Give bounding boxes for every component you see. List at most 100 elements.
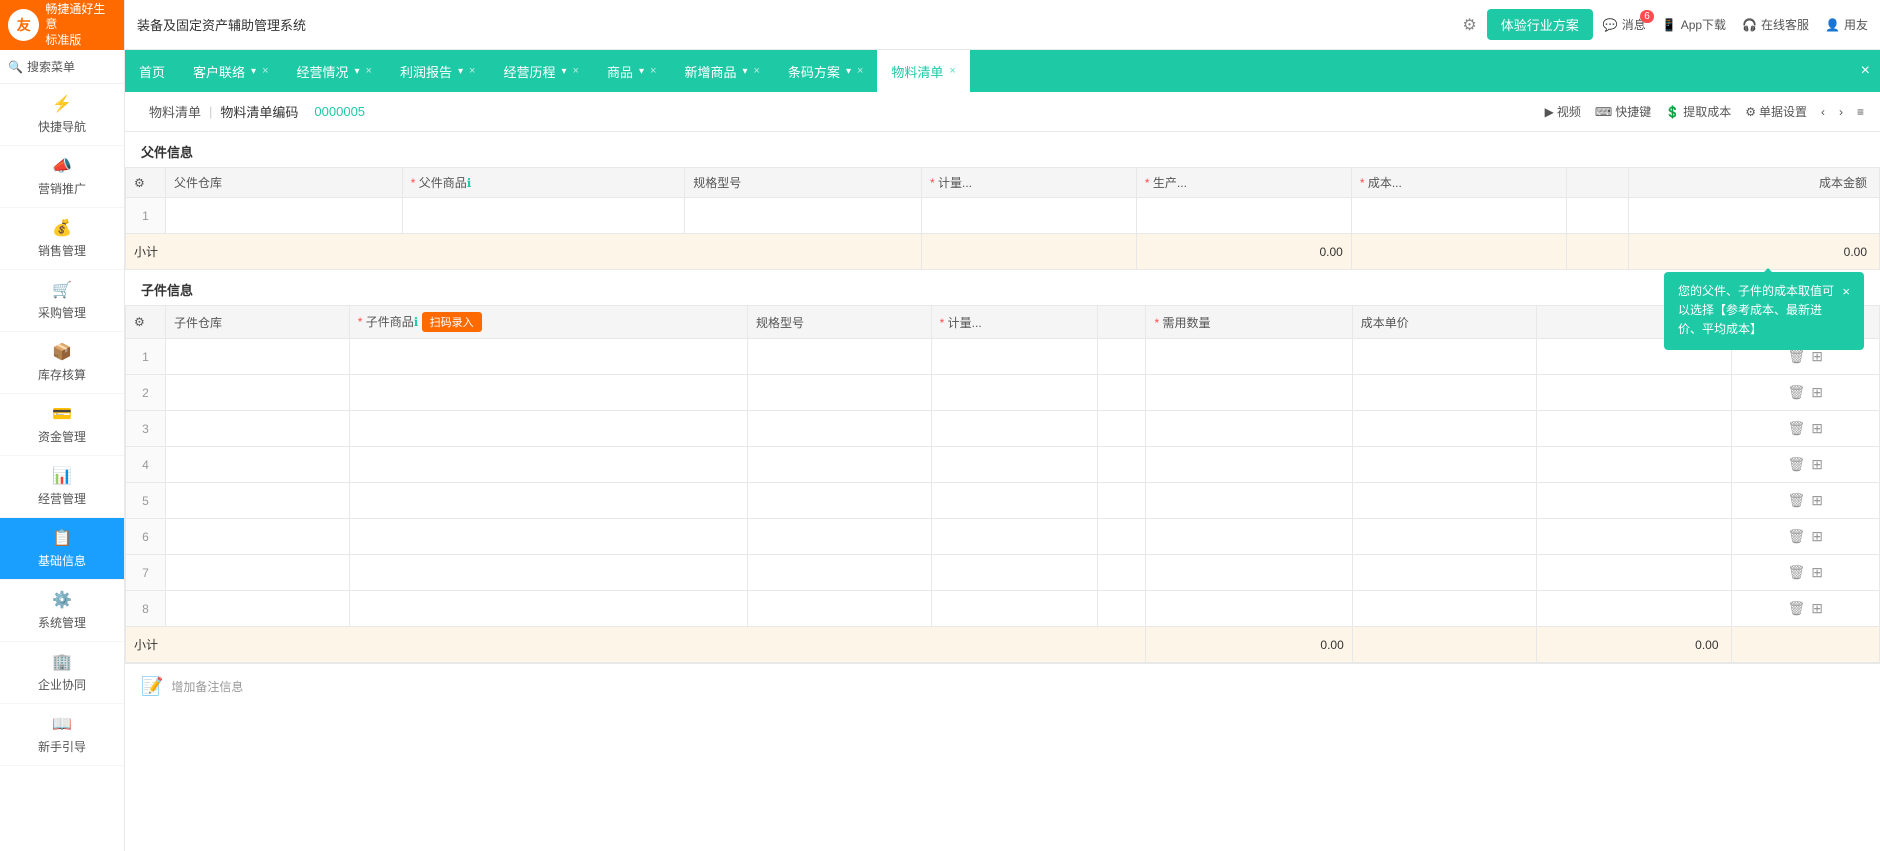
table-row: 1 xyxy=(126,198,1880,234)
nav-close-all-button[interactable]: × xyxy=(1851,62,1880,80)
child-r1-warehouse[interactable] xyxy=(166,339,350,375)
message-button[interactable]: 💬 消息 6 xyxy=(1603,16,1646,33)
grid-view-button[interactable]: ≡ xyxy=(1857,105,1864,119)
quick-nav-icon: ⚡ xyxy=(52,94,72,114)
child-r2-qty[interactable] xyxy=(1146,375,1352,411)
trial-button[interactable]: 体验行业方案 xyxy=(1487,9,1593,40)
tab-bom[interactable]: 物料清单 × xyxy=(877,50,969,92)
child-r2-extra[interactable] xyxy=(1098,375,1146,411)
nav-next-button[interactable]: › xyxy=(1839,105,1843,119)
nav-prev-button[interactable]: ‹ xyxy=(1821,105,1825,119)
child-r1-extra[interactable] xyxy=(1098,339,1146,375)
delete-icon[interactable]: 🗑 xyxy=(1788,528,1806,545)
sidebar-item-inventory[interactable]: 📦 库存核算 xyxy=(0,332,124,394)
parent-table: ⚙ 父件仓库 * 父件商品ℹ 规格型号 * 计量... * 生产... * 成本… xyxy=(125,167,1880,270)
child-r1-qty[interactable] xyxy=(1146,339,1352,375)
child-r1-spec[interactable] xyxy=(747,339,931,375)
online-service-button[interactable]: 🎧 在线客服 xyxy=(1742,16,1809,33)
delete-icon[interactable]: 🗑 xyxy=(1788,564,1806,581)
close-icon[interactable]: × xyxy=(366,65,372,77)
sidebar-item-finance[interactable]: 💳 资金管理 xyxy=(0,394,124,456)
parent-row-spec[interactable] xyxy=(685,198,922,234)
parent-row-warehouse[interactable] xyxy=(166,198,403,234)
parent-row-product[interactable] xyxy=(402,198,685,234)
sidebar-item-guide[interactable]: 📖 新手引导 xyxy=(0,704,124,766)
copy-icon[interactable]: ⊞ xyxy=(1811,564,1823,581)
tab-operations[interactable]: 经营情况 ▾ × xyxy=(283,50,386,92)
close-icon[interactable]: × xyxy=(469,65,475,77)
close-icon[interactable]: × xyxy=(650,65,656,77)
child-r2-warehouse[interactable] xyxy=(166,375,350,411)
tab-customers[interactable]: 客户联络 ▾ × xyxy=(179,50,282,92)
breadcrumb-bom[interactable]: 物料清单 xyxy=(141,102,209,121)
child-subtotal-qty: 0.00 xyxy=(1146,627,1352,663)
delete-icon[interactable]: 🗑 xyxy=(1788,420,1806,437)
copy-icon[interactable]: ⊞ xyxy=(1811,600,1823,617)
child-r2-unit[interactable] xyxy=(931,375,1098,411)
tab-barcode[interactable]: 条码方案 ▾ × xyxy=(774,50,877,92)
app-download-button[interactable]: 📱 App下载 xyxy=(1662,16,1726,33)
extract-cost-action[interactable]: 💲 提取成本 xyxy=(1665,103,1731,120)
close-icon[interactable]: × xyxy=(857,65,863,77)
sidebar-search[interactable]: 🔍 搜索菜单 xyxy=(0,50,124,84)
delete-icon[interactable]: 🗑 xyxy=(1788,492,1806,509)
tooltip-close-button[interactable]: × xyxy=(1842,282,1850,303)
copy-icon[interactable]: ⊞ xyxy=(1811,420,1823,437)
child-r2-product[interactable] xyxy=(349,375,747,411)
child-subtotal-label: 小计 xyxy=(126,627,1146,663)
parent-row-extra[interactable] xyxy=(1566,198,1628,234)
user-menu[interactable]: 👤 用友 xyxy=(1825,16,1868,33)
delete-icon[interactable]: 🗑 xyxy=(1788,456,1806,473)
child-subtotal-amount: 0.00 xyxy=(1536,627,1731,663)
copy-icon[interactable]: ⊞ xyxy=(1811,384,1823,401)
close-icon[interactable]: × xyxy=(753,65,759,77)
headset-icon: 🎧 xyxy=(1742,18,1757,32)
close-icon[interactable]: × xyxy=(949,65,955,77)
copy-icon[interactable]: ⊞ xyxy=(1811,348,1823,365)
copy-icon[interactable]: ⊞ xyxy=(1811,528,1823,545)
sidebar-item-enterprise[interactable]: 🏢 企业协同 xyxy=(0,642,124,704)
config-icon[interactable]: ⚙ xyxy=(1462,15,1476,35)
video-action[interactable]: ▶ 视频 xyxy=(1545,103,1581,120)
tab-profit[interactable]: 利润报告 ▾ × xyxy=(386,50,489,92)
child-th-unit: * 计量... xyxy=(931,306,1098,339)
sidebar-item-sales[interactable]: 💰 销售管理 xyxy=(0,208,124,270)
sidebar-item-purchase[interactable]: 🛒 采购管理 xyxy=(0,270,124,332)
child-r2-unit-price[interactable] xyxy=(1352,375,1536,411)
delete-icon[interactable]: 🗑 xyxy=(1788,384,1806,401)
parent-row-cost[interactable] xyxy=(1351,198,1566,234)
child-r1-product[interactable] xyxy=(349,339,747,375)
sidebar-logo: 友 畅捷通好生意 标准版 xyxy=(0,0,124,50)
tab-products[interactable]: 商品 ▾ × xyxy=(593,50,670,92)
tab-new-products[interactable]: 新增商品 ▾ × xyxy=(670,50,773,92)
scan-button[interactable]: 扫码录入 xyxy=(422,312,482,332)
sidebar-item-system[interactable]: ⚙️ 系统管理 xyxy=(0,580,124,642)
search-icon: 🔍 xyxy=(8,60,23,74)
shortcut-action[interactable]: ⌨ 快捷键 xyxy=(1595,103,1651,120)
breadcrumb-bom-code-label: 物料清单编码 xyxy=(212,102,306,121)
child-r1-unit-price[interactable] xyxy=(1352,339,1536,375)
parent-row-produce[interactable] xyxy=(1136,198,1351,234)
copy-icon[interactable]: ⊞ xyxy=(1811,456,1823,473)
single-settings-action[interactable]: ⚙ 单据设置 xyxy=(1745,103,1807,120)
tab-history[interactable]: 经营历程 ▾ × xyxy=(489,50,592,92)
note-icon[interactable]: 📝 xyxy=(141,676,163,697)
sidebar-item-marketing[interactable]: 📣 营销推广 xyxy=(0,146,124,208)
close-icon[interactable]: × xyxy=(262,65,268,77)
table-row: 2 🗑⊞ xyxy=(126,375,1880,411)
delete-icon[interactable]: 🗑 xyxy=(1788,600,1806,617)
child-r1-unit[interactable] xyxy=(931,339,1098,375)
sidebar-item-quick-nav[interactable]: ⚡ 快捷导航 xyxy=(0,84,124,146)
guide-icon: 📖 xyxy=(52,714,72,734)
sidebar-item-operation[interactable]: 📊 经营管理 xyxy=(0,456,124,518)
close-icon[interactable]: × xyxy=(573,65,579,77)
tab-home[interactable]: 首页 xyxy=(125,50,179,92)
copy-icon[interactable]: ⊞ xyxy=(1811,492,1823,509)
enterprise-icon: 🏢 xyxy=(52,652,72,672)
delete-icon[interactable]: 🗑 xyxy=(1788,348,1806,365)
child-r2-spec[interactable] xyxy=(747,375,931,411)
sidebar-item-basic[interactable]: 📋 基础信息 xyxy=(0,518,124,580)
parent-row-unit[interactable] xyxy=(922,198,1137,234)
parent-th-settings[interactable]: ⚙ xyxy=(126,168,166,198)
child-th-settings[interactable]: ⚙ xyxy=(126,306,166,339)
